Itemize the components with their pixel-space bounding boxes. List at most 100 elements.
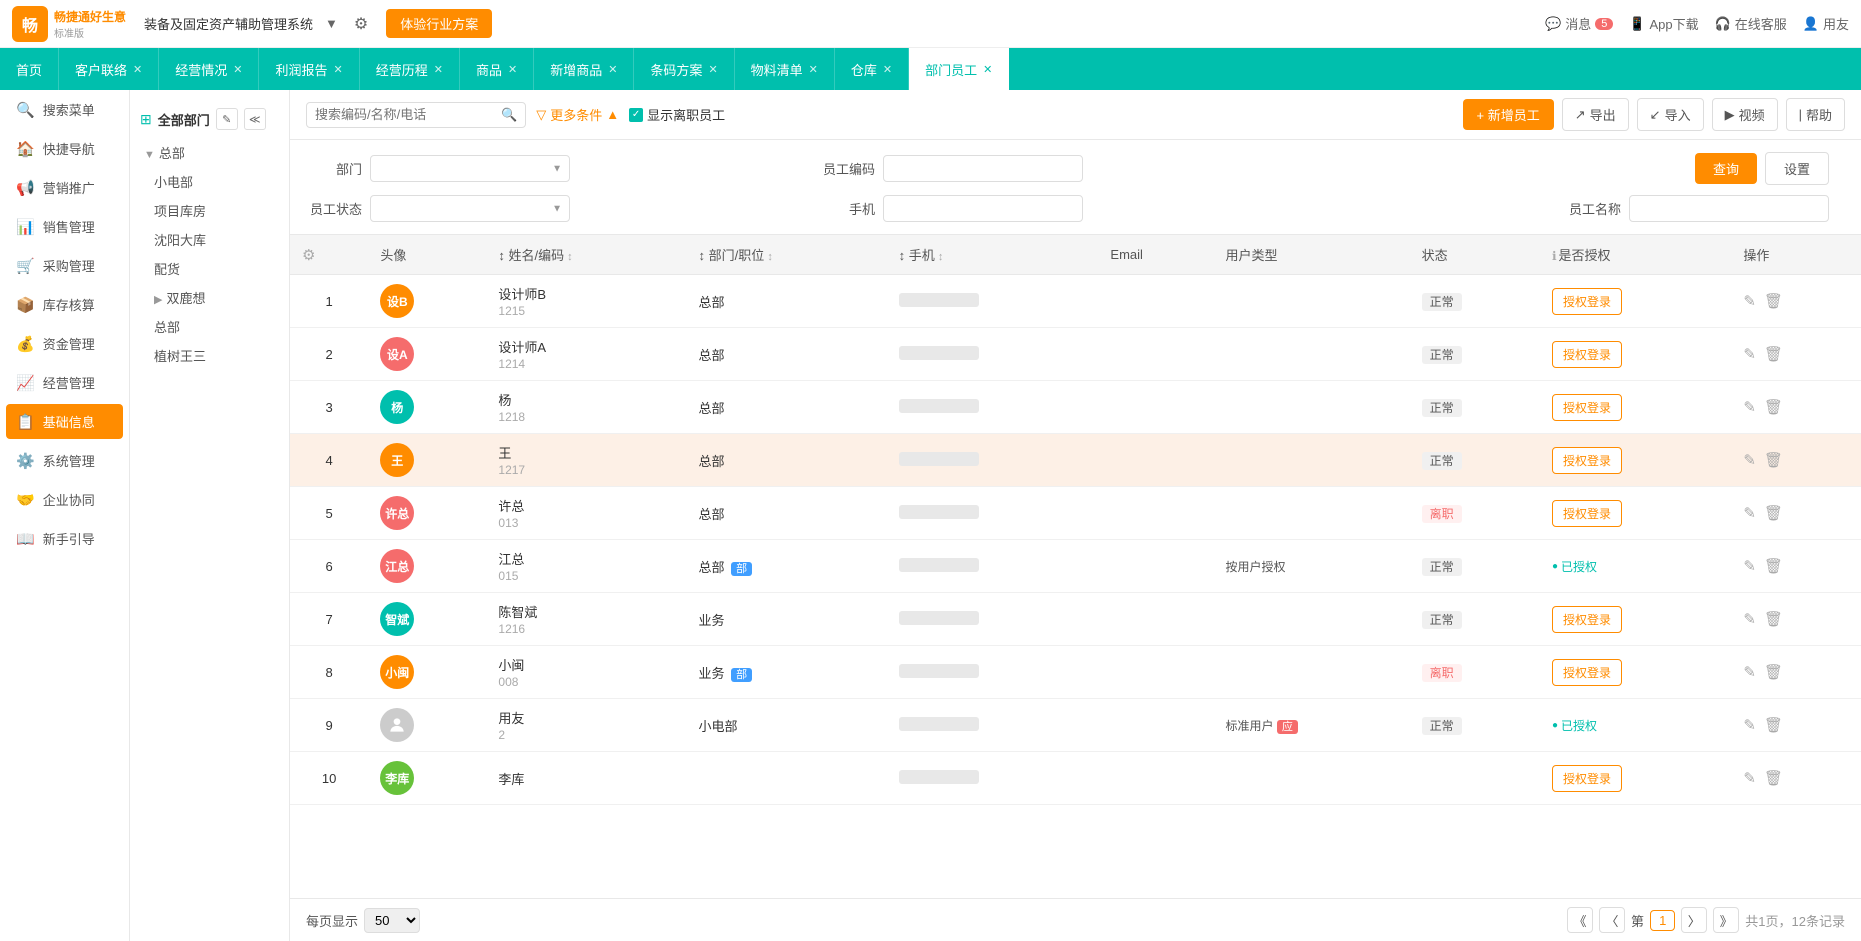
- import-btn[interactable]: ↙ 导入: [1637, 98, 1704, 131]
- tab-new-goods-close[interactable]: ✕: [608, 63, 617, 76]
- dept-node-headquarter-parent[interactable]: ▼总部: [130, 138, 289, 167]
- tab-bom-close[interactable]: ✕: [809, 63, 818, 76]
- filter-phone-input[interactable]: [883, 195, 1083, 222]
- delete-icon[interactable]: 🗑: [1764, 663, 1783, 681]
- tab-warehouse[interactable]: 仓库 ✕: [835, 48, 909, 90]
- help-btn[interactable]: | 帮助: [1786, 98, 1845, 131]
- delete-icon[interactable]: 🗑: [1764, 345, 1783, 363]
- show-resigned-checkbox[interactable]: ✓: [629, 108, 643, 122]
- edit-icon[interactable]: ✎: [1743, 557, 1756, 575]
- edit-icon[interactable]: ✎: [1743, 398, 1756, 416]
- dept-node-shuanglu[interactable]: ▶双鹿想: [130, 283, 289, 312]
- delete-icon[interactable]: 🗑: [1764, 398, 1783, 416]
- dept-node-shenyang[interactable]: 沈阳大库: [130, 225, 289, 254]
- edit-icon[interactable]: ✎: [1743, 451, 1756, 469]
- add-employee-btn[interactable]: + 新增员工: [1463, 99, 1554, 130]
- online-service-btn[interactable]: 🎧 在线客服: [1715, 14, 1787, 33]
- filter-status-select[interactable]: [370, 195, 570, 222]
- sidebar-item-search[interactable]: 🔍 搜索菜单: [0, 90, 129, 129]
- auth-btn[interactable]: 授权登录: [1552, 765, 1622, 792]
- tab-barcode-close[interactable]: ✕: [708, 63, 717, 76]
- dept-tree-edit-btn[interactable]: ✎: [216, 108, 238, 130]
- filter-emp-code-input[interactable]: [883, 155, 1083, 182]
- sidebar-item-purchase[interactable]: 🛒 采购管理: [0, 246, 129, 285]
- export-btn[interactable]: ↗ 导出: [1562, 98, 1629, 131]
- tab-profit-close[interactable]: ✕: [334, 63, 343, 76]
- tab-goods[interactable]: 商品 ✕: [460, 48, 534, 90]
- delete-icon[interactable]: 🗑: [1764, 610, 1783, 628]
- dept-node-peihuo[interactable]: 配货: [130, 254, 289, 283]
- user-btn[interactable]: 👤 用友: [1803, 14, 1849, 33]
- edit-icon[interactable]: ✎: [1743, 769, 1756, 787]
- view-btn[interactable]: ▶ 视频: [1712, 98, 1778, 131]
- sidebar-item-system[interactable]: ⚙️ 系统管理: [0, 441, 129, 480]
- tab-new-goods[interactable]: 新增商品 ✕: [534, 48, 634, 90]
- dept-node-xiangmu[interactable]: 项目库房: [130, 196, 289, 225]
- edit-icon[interactable]: ✎: [1743, 663, 1756, 681]
- more-filter-btn[interactable]: ▽ 更多条件 ▲: [536, 105, 619, 124]
- sidebar-item-guide[interactable]: 📖 新手引导: [0, 519, 129, 558]
- reset-btn[interactable]: 设置: [1765, 152, 1829, 185]
- auth-btn[interactable]: 授权登录: [1552, 288, 1622, 315]
- table-gear-icon[interactable]: ⚙: [302, 247, 315, 264]
- auth-btn[interactable]: 授权登录: [1552, 659, 1622, 686]
- tab-employees-close[interactable]: ✕: [983, 63, 992, 76]
- dept-node-xiao-dian[interactable]: 小电部: [130, 167, 289, 196]
- sidebar-item-sales[interactable]: 📊 销售管理: [0, 207, 129, 246]
- gear-icon[interactable]: ⚙: [354, 14, 368, 34]
- tab-operation-close[interactable]: ✕: [233, 63, 242, 76]
- filter-dept-select[interactable]: [370, 155, 570, 182]
- tab-customer-close[interactable]: ✕: [133, 63, 142, 76]
- dept-tree-collapse-btn[interactable]: ≪: [244, 108, 266, 130]
- delete-icon[interactable]: 🗑: [1764, 292, 1783, 310]
- delete-icon[interactable]: 🗑: [1764, 769, 1783, 787]
- delete-icon[interactable]: 🗑: [1764, 557, 1783, 575]
- tab-history[interactable]: 经营历程 ✕: [360, 48, 460, 90]
- edit-icon[interactable]: ✎: [1743, 716, 1756, 734]
- tab-operation[interactable]: 经营情况 ✕: [159, 48, 259, 90]
- tab-profit[interactable]: 利润报告 ✕: [259, 48, 359, 90]
- search-input[interactable]: [315, 107, 495, 122]
- sidebar-item-nav[interactable]: 🏠 快捷导航: [0, 129, 129, 168]
- sys-dropdown-icon[interactable]: ▼: [325, 16, 338, 31]
- info-icon[interactable]: ℹ: [1552, 249, 1557, 263]
- auth-btn[interactable]: 授权登录: [1552, 606, 1622, 633]
- auth-btn[interactable]: 授权登录: [1552, 500, 1622, 527]
- sidebar-item-basic[interactable]: 📋 基础信息: [6, 404, 123, 439]
- last-page-btn[interactable]: 》: [1713, 907, 1739, 933]
- dept-node-zongbu[interactable]: 总部: [130, 312, 289, 341]
- page-size-select[interactable]: 50 100 200: [364, 908, 420, 933]
- trial-btn[interactable]: 体验行业方案: [386, 9, 492, 38]
- tab-goods-close[interactable]: ✕: [508, 63, 517, 76]
- sidebar-item-marketing[interactable]: 📢 营销推广: [0, 168, 129, 207]
- tab-bom[interactable]: 物料清单 ✕: [735, 48, 835, 90]
- auth-btn[interactable]: 授权登录: [1552, 341, 1622, 368]
- filter-emp-name-input[interactable]: [1629, 195, 1829, 222]
- delete-icon[interactable]: 🗑: [1764, 451, 1783, 469]
- auth-btn[interactable]: 授权登录: [1552, 447, 1622, 474]
- tab-history-close[interactable]: ✕: [434, 63, 443, 76]
- app-download-btn[interactable]: 📱 App下载: [1629, 14, 1698, 33]
- tab-customer[interactable]: 客户联络 ✕: [59, 48, 159, 90]
- edit-icon[interactable]: ✎: [1743, 610, 1756, 628]
- edit-icon[interactable]: ✎: [1743, 504, 1756, 522]
- search-btn[interactable]: 查询: [1695, 153, 1757, 184]
- tab-home[interactable]: 首页: [0, 48, 59, 90]
- show-resigned-toggle[interactable]: ✓ 显示离职员工: [629, 105, 725, 124]
- dept-node-zhishu[interactable]: 植树王三: [130, 341, 289, 370]
- sidebar-item-inventory[interactable]: 📦 库存核算: [0, 285, 129, 324]
- th-name-code[interactable]: ↕ 姓名/编码: [486, 235, 686, 275]
- sidebar-item-finance[interactable]: 💰 资金管理: [0, 324, 129, 363]
- tab-barcode[interactable]: 条码方案 ✕: [634, 48, 734, 90]
- next-page-btn[interactable]: 〉: [1681, 907, 1707, 933]
- tab-employees[interactable]: 部门员工 ✕: [909, 48, 1009, 90]
- edit-icon[interactable]: ✎: [1743, 345, 1756, 363]
- tab-warehouse-close[interactable]: ✕: [883, 63, 892, 76]
- th-dept-position[interactable]: ↕ 部门/职位: [687, 235, 887, 275]
- search-magnifier-icon[interactable]: 🔍: [501, 107, 517, 123]
- prev-page-btn[interactable]: 〈: [1599, 907, 1625, 933]
- auth-btn[interactable]: 授权登录: [1552, 394, 1622, 421]
- sidebar-item-collab[interactable]: 🤝 企业协同: [0, 480, 129, 519]
- first-page-btn[interactable]: 《: [1567, 907, 1593, 933]
- edit-icon[interactable]: ✎: [1743, 292, 1756, 310]
